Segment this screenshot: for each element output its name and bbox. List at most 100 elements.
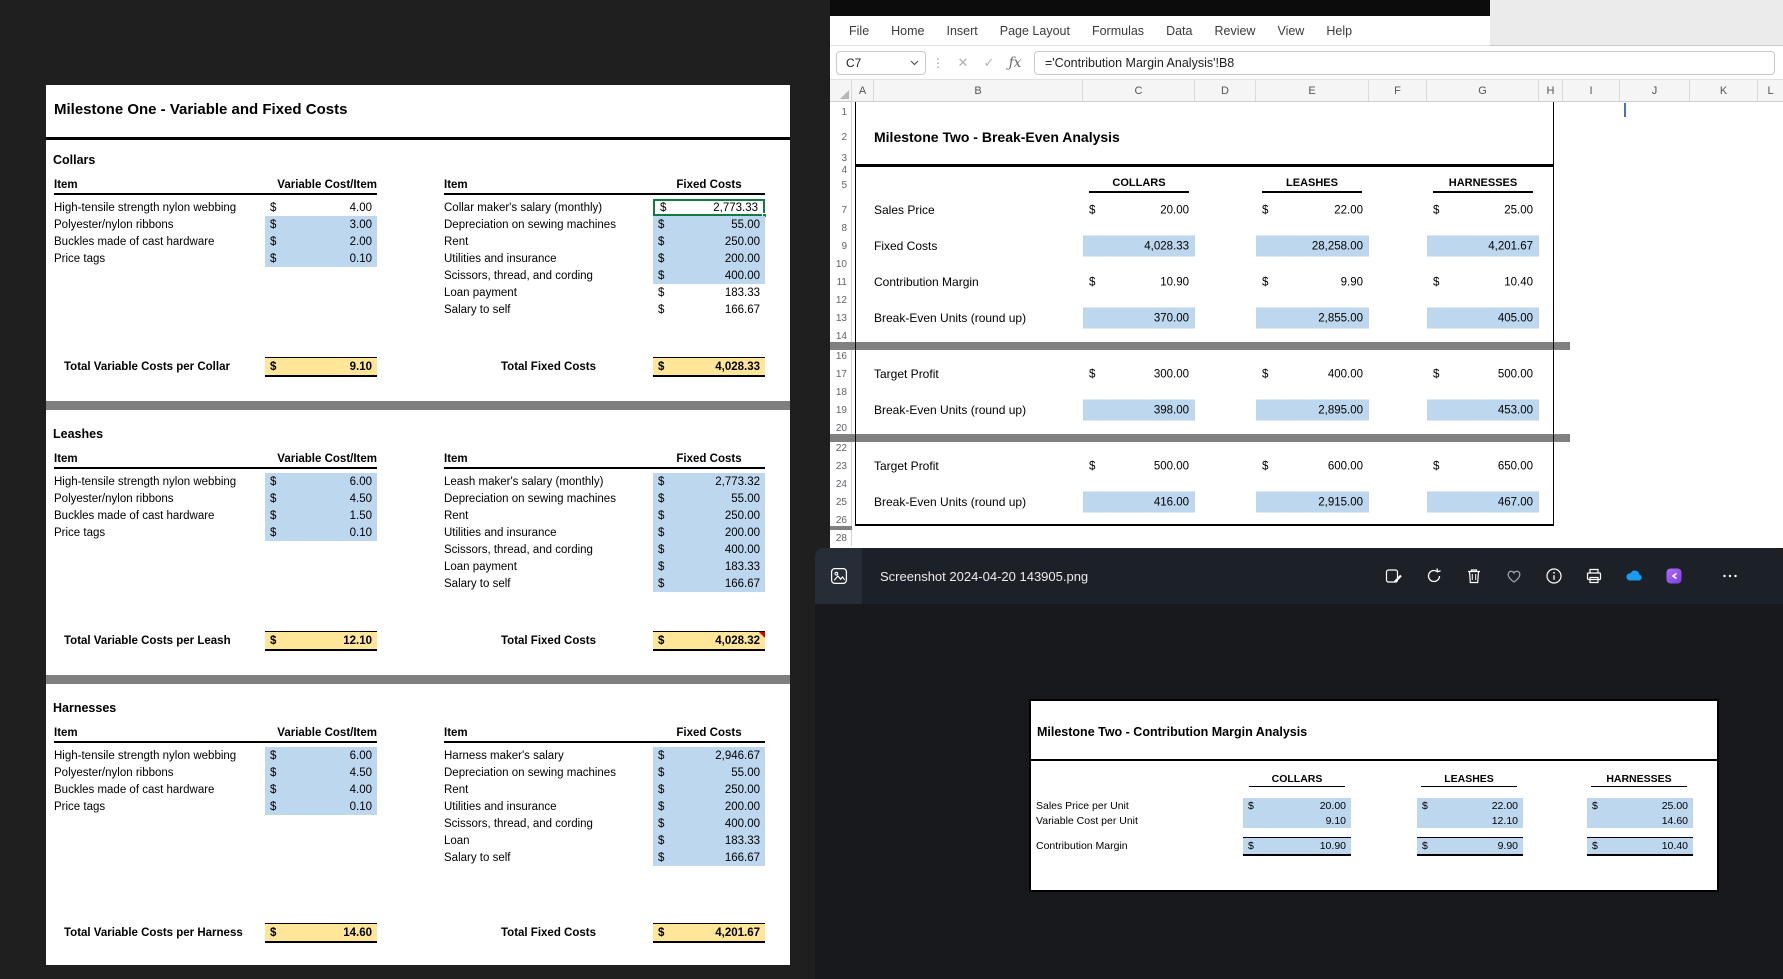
table-row[interactable]: Price tags $0.10 (54, 250, 377, 267)
collars-total-fixed-row[interactable]: Total Fixed Costs $4,028.33 (444, 357, 765, 377)
cell-E13[interactable]: 2,855.00 (1256, 307, 1369, 329)
table-row[interactable]: Depreciation on sewing machines $55.00 (444, 764, 765, 781)
grid-row-20[interactable]: 20 (830, 422, 1783, 434)
leashes-total-variable-row[interactable]: Total Variable Costs per Leash $12.10 (54, 631, 377, 651)
cell-C13[interactable]: 370.00 (1083, 307, 1195, 329)
cell-E9[interactable]: 28,258.00 (1256, 235, 1369, 257)
menu-page-layout[interactable]: Page Layout (989, 24, 1081, 38)
rotate-icon[interactable] (1421, 563, 1447, 589)
cell-G25[interactable]: 467.00 (1427, 491, 1539, 513)
column-header[interactable]: D (1195, 80, 1256, 101)
table-row[interactable]: Rent $250.00 (444, 781, 765, 798)
table-row[interactable]: High-tensile strength nylon webbing $6.0… (54, 473, 377, 490)
table-row[interactable]: Scissors, thread, and cording $400.00 (444, 815, 765, 832)
grid-row-fixed-costs[interactable]: 9 Fixed Costs 4,028.33 28,258.00 4,201.6… (830, 234, 1783, 258)
table-row[interactable]: Salary to self $166.67 (444, 575, 765, 592)
grid-row-target-profit-1[interactable]: 17 Target Profit $300.00 $400.00 $500.00 (830, 362, 1783, 386)
table-row[interactable]: Buckles made of cast hardware $2.00 (54, 233, 377, 250)
column-header[interactable]: H (1539, 80, 1563, 101)
table-row[interactable]: Loan $183.33 (444, 832, 765, 849)
cell-C19[interactable]: 398.00 (1083, 399, 1195, 421)
grid-row-28[interactable]: 28 (830, 530, 1783, 546)
table-row[interactable]: Price tags $0.10 (54, 524, 377, 541)
total-cell-with-comment[interactable]: $4,028.32 (653, 631, 765, 651)
table-row[interactable]: Utilities and insurance $200.00 (444, 524, 765, 541)
edit-image-icon[interactable] (1381, 563, 1407, 589)
column-header[interactable]: L (1758, 80, 1783, 101)
column-header[interactable]: F (1369, 80, 1427, 101)
grid-row-sales-price[interactable]: 7 Sales Price $20.00 $22.00 $25.00 (830, 198, 1783, 222)
table-row[interactable]: High-tensile strength nylon webbing $4.0… (54, 199, 377, 216)
table-row[interactable]: Salary to self $166.67 (444, 849, 765, 866)
table-row[interactable]: Loan payment $183.33 (444, 284, 765, 301)
total-cell[interactable]: $9.10 (265, 357, 377, 377)
table-row[interactable]: Polyester/nylon ribbons $3.00 (54, 216, 377, 233)
column-header[interactable]: B (874, 80, 1083, 101)
cell-G7[interactable]: $25.00 (1427, 200, 1539, 221)
more-options-icon[interactable] (1717, 563, 1743, 589)
photos-title-bar[interactable]: Screenshot 2024-04-20 143905.png (815, 548, 1783, 604)
cell-G23[interactable]: $650.00 (1427, 456, 1539, 477)
menu-insert[interactable]: Insert (936, 24, 989, 38)
table-row[interactable]: Scissors, thread, and cording $400.00 (444, 267, 765, 284)
column-header[interactable]: G (1427, 80, 1539, 101)
cell-G9[interactable]: 4,201.67 (1427, 235, 1539, 257)
select-all-corner[interactable] (830, 80, 852, 101)
column-header[interactable]: A (852, 80, 874, 101)
column-header[interactable]: E (1256, 80, 1369, 101)
table-row[interactable]: Scissors, thread, and cording $400.00 (444, 541, 765, 558)
cell-E7[interactable]: $22.00 (1256, 200, 1369, 221)
grid-row-18[interactable]: 18 (830, 386, 1783, 398)
table-row[interactable]: Price tags $0.10 (54, 798, 377, 815)
enter-icon[interactable]: ✓ (976, 55, 1002, 71)
photos-tab[interactable] (815, 548, 862, 604)
insert-function-icon[interactable]: ƒx (1002, 55, 1028, 71)
onedrive-icon[interactable] (1621, 563, 1647, 589)
contribution-margin-image[interactable]: Milestone Two - Contribution Margin Anal… (1029, 699, 1719, 892)
leashes-total-fixed-row[interactable]: Total Fixed Costs $4,028.32 (444, 631, 765, 651)
total-cell[interactable]: $12.10 (265, 631, 377, 651)
grid-row-1[interactable]: 1 (830, 102, 1783, 122)
cell-C25[interactable]: 416.00 (1083, 491, 1195, 513)
grid-row-contribution-margin[interactable]: 11 Contribution Margin $10.90 $9.90 $10.… (830, 270, 1783, 294)
total-cell[interactable]: $4,201.67 (653, 923, 765, 943)
menu-data[interactable]: Data (1155, 24, 1203, 38)
grid-row-4[interactable]: 4 (830, 164, 1783, 176)
cell-C7[interactable]: $20.00 (1083, 200, 1195, 221)
print-icon[interactable] (1581, 563, 1607, 589)
grid-row-14[interactable]: 14 (830, 330, 1783, 342)
cell-G17[interactable]: $500.00 (1427, 364, 1539, 385)
cell-E25[interactable]: 2,915.00 (1256, 491, 1369, 513)
column-header[interactable]: K (1690, 80, 1758, 101)
cell-G19[interactable]: 453.00 (1427, 399, 1539, 421)
table-row[interactable]: Collar maker's salary (monthly) $2,773.3… (444, 199, 767, 218)
clipchamp-icon[interactable] (1661, 563, 1687, 589)
table-row[interactable]: Buckles made of cast hardware $1.50 (54, 507, 377, 524)
table-row[interactable]: Rent $250.00 (444, 233, 765, 250)
grid-row-12[interactable]: 12 (830, 294, 1783, 306)
table-row[interactable]: Rent $250.00 (444, 507, 765, 524)
selected-cell-C7[interactable]: $2,773.33 (653, 199, 767, 218)
menu-home[interactable]: Home (880, 24, 935, 38)
cell-C9[interactable]: 4,028.33 (1083, 235, 1195, 257)
grid-row-2[interactable]: 2 Milestone Two - Break-Even Analysis (830, 122, 1783, 152)
cell-E11[interactable]: $9.90 (1256, 272, 1369, 293)
table-row[interactable]: Utilities and insurance $200.00 (444, 798, 765, 815)
table-row[interactable]: High-tensile strength nylon webbing $6.0… (54, 747, 377, 764)
table-row[interactable]: Buckles made of cast hardware $4.00 (54, 781, 377, 798)
grid-row-8[interactable]: 8 (830, 222, 1783, 234)
name-box[interactable]: C7 (836, 50, 926, 75)
collars-total-variable-row[interactable]: Total Variable Costs per Collar $9.10 (54, 357, 377, 377)
table-row[interactable]: Polyester/nylon ribbons $4.50 (54, 490, 377, 507)
column-header[interactable]: I (1563, 80, 1620, 101)
grid-row-3[interactable]: 3 (830, 152, 1783, 164)
cell-C23[interactable]: $500.00 (1083, 456, 1195, 477)
menu-review[interactable]: Review (1203, 24, 1266, 38)
formula-input[interactable]: ='Contribution Margin Analysis'!B8 (1034, 50, 1775, 75)
cell-C11[interactable]: $10.90 (1083, 272, 1195, 293)
column-header[interactable]: J (1620, 80, 1690, 101)
cell-E23[interactable]: $600.00 (1256, 456, 1369, 477)
grid-row-24[interactable]: 24 (830, 478, 1783, 490)
table-row[interactable]: Depreciation on sewing machines $55.00 (444, 216, 765, 233)
menu-view[interactable]: View (1266, 24, 1315, 38)
